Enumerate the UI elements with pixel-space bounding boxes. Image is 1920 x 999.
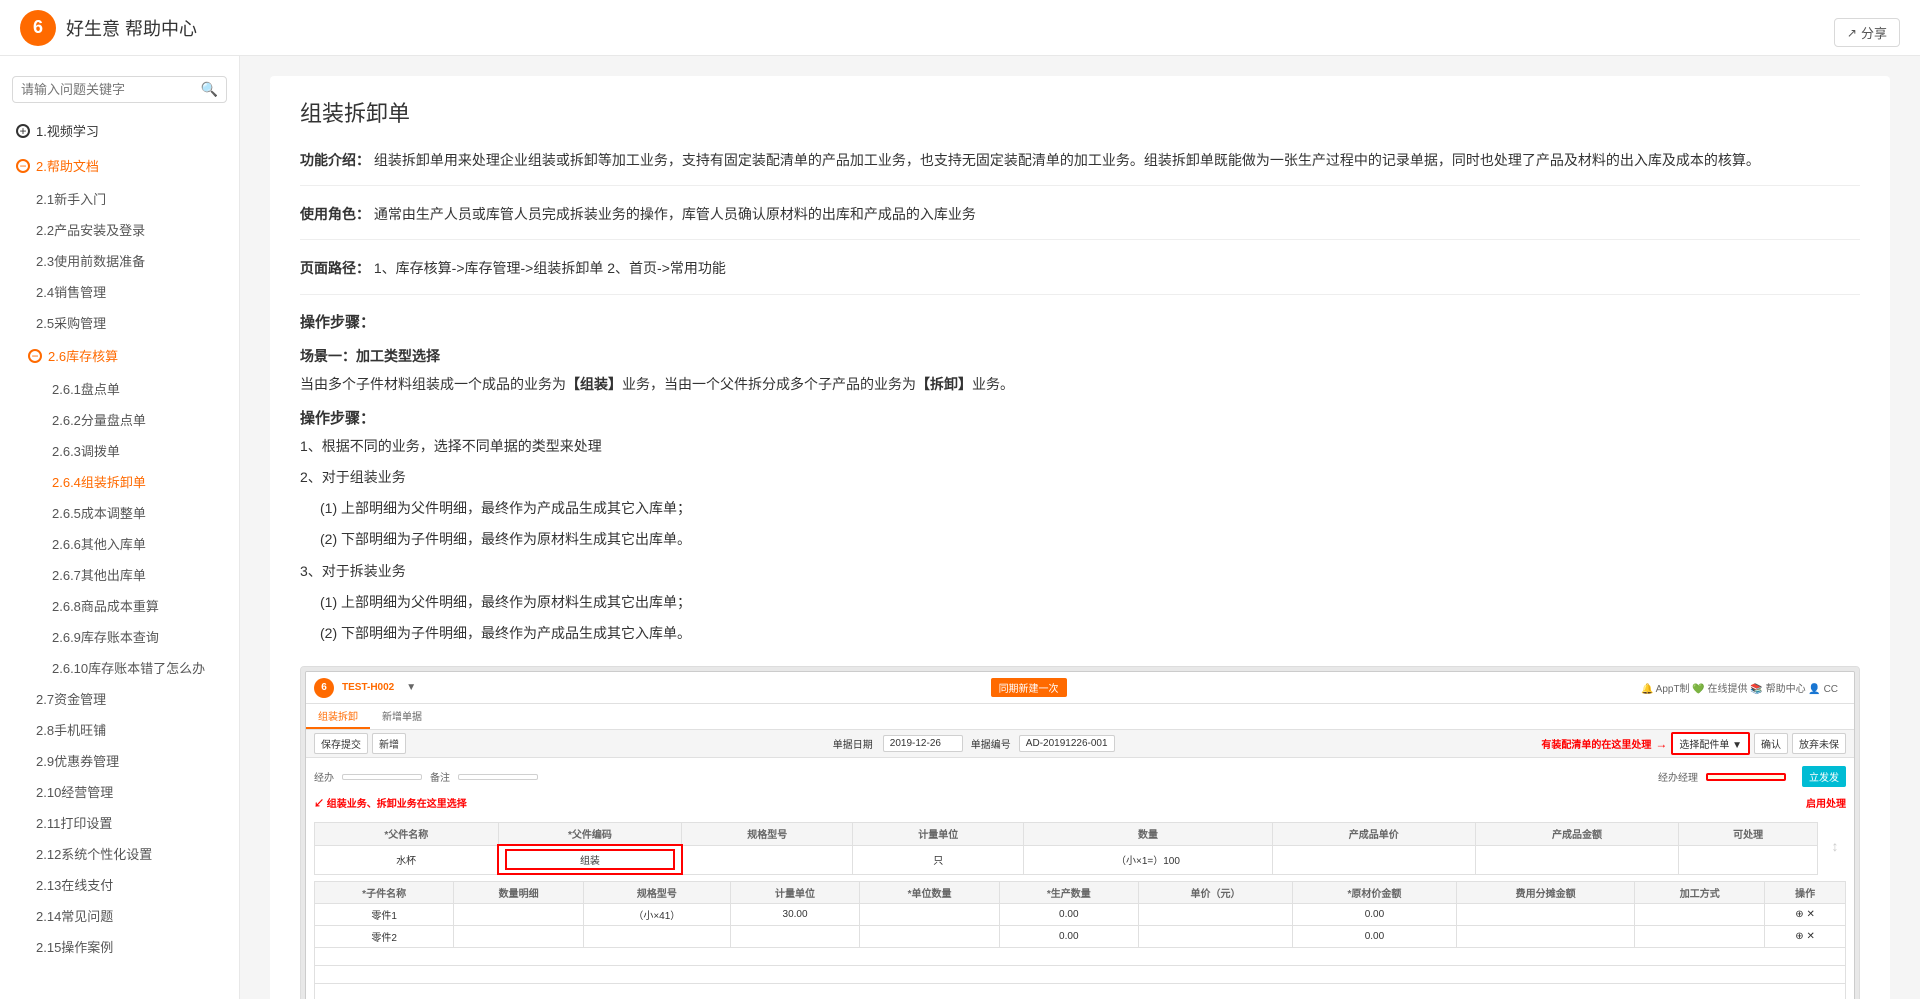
sidebar-sub-item-2-6-5[interactable]: 2.6.5成本调整单 — [44, 497, 239, 528]
sidebar-item-label: 1.视频学习 — [36, 121, 99, 140]
sidebar-sub-item-2-11[interactable]: 2.11打印设置 — [28, 807, 239, 838]
page-title: 组装拆卸单 — [300, 96, 1860, 128]
step-3: 3、对于拆装业务 — [300, 559, 1860, 584]
sidebar-sub-item-2-15[interactable]: 2.15操作案例 — [28, 931, 239, 962]
sidebar-sub-item-2-9[interactable]: 2.9优惠券管理 — [28, 745, 239, 776]
op-steps2-label: 操作步骤： — [300, 407, 1860, 428]
sidebar-sub-item-2-4[interactable]: 2.4销售管理 — [28, 276, 239, 307]
sidebar-item-help-doc[interactable]: 2.帮助文档 — [0, 148, 239, 183]
mock-new-btn[interactable]: 新增 — [372, 733, 406, 754]
share-label: 分享 — [1861, 23, 1887, 42]
mock-cancel-btn[interactable]: 放弃未保 — [1792, 733, 1846, 754]
sidebar-sub-item-2-5[interactable]: 2.5采购管理 — [28, 307, 239, 338]
sidebar-sub-item-2-6-10[interactable]: 2.6.10库存账本错了怎么办 — [44, 652, 239, 683]
mock-save-btn[interactable]: 保存提交 — [314, 733, 368, 754]
collapse-icon-2-6 — [28, 349, 42, 363]
function-intro-text: 组装拆卸单用来处理企业组装或拆卸等加工业务，支持有固定装配清单的产品加工业务，也… — [374, 152, 1760, 168]
expand-icon — [16, 124, 30, 138]
mock-select-parts-btn[interactable]: 选择配件单 ▼ — [1671, 732, 1750, 755]
function-intro-label: 功能介绍： — [300, 152, 370, 168]
search-input[interactable] — [21, 82, 201, 97]
sidebar-sub-item-2-1[interactable]: 2.1新手入门 — [28, 183, 239, 214]
mock-lower-table: *子件名称 数量明细 规格型号 计量单位 *单位数量 *生产数量 单价（元） — [314, 881, 1846, 999]
sidebar-sub-2-1: 2.1新手入门 2.2产品安装及登录 2.3使用前数据准备 2.4销售管理 2.… — [0, 183, 239, 338]
scene1-title: 场景一：加工类型选择 — [300, 346, 1860, 366]
role-text: 通常由生产人员或库管人员完成拆装业务的操作，库管人员确认原材料的出库和产成品的入… — [374, 206, 976, 222]
step-2-2: (2) 下部明细为子件明细，最终作为原材料生成其它出库单。 — [320, 527, 1860, 552]
sidebar-item-video[interactable]: 1.视频学习 — [0, 113, 239, 148]
sidebar-sub-item-2-14[interactable]: 2.14常见问题 — [28, 900, 239, 931]
sidebar-sub-item-2-6-7[interactable]: 2.6.7其他出库单 — [44, 559, 239, 590]
step-3-2: (2) 下部明细为子件明细，最终作为产成品生成其它入库单。 — [320, 621, 1860, 646]
sidebar-sub-item-2-2[interactable]: 2.2产品安装及登录 — [28, 214, 239, 245]
role-section: 使用角色： 通常由生产人员或库管人员完成拆装业务的操作，库管人员确认原材料的出库… — [300, 202, 1860, 240]
app-title: 好生意 帮助中心 — [66, 15, 197, 41]
sidebar-sub-item-2-6-1[interactable]: 2.6.1盘点单 — [44, 373, 239, 404]
step-2-1: (1) 上部明细为父件明细，最终作为产成品生成其它入库单； — [320, 496, 1860, 521]
sidebar-item-2-6[interactable]: 2.6库存核算 — [0, 338, 239, 373]
sidebar-sub-bottom: 2.7资金管理 2.8手机旺铺 2.9优惠券管理 2.10经营管理 2.11打印… — [0, 683, 239, 962]
sidebar-sub-item-2-10[interactable]: 2.10经营管理 — [28, 776, 239, 807]
sidebar-sub-item-2-7[interactable]: 2.7资金管理 — [28, 683, 239, 714]
path-text: 1、库存核算->库存管理->组装拆卸单 2、首页->常用功能 — [374, 260, 726, 276]
path-section: 页面路径： 1、库存核算->库存管理->组装拆卸单 2、首页->常用功能 — [300, 256, 1860, 294]
screenshot: 6 TEST-H002 ▼ 同期新建一次 🔔 AppT制 💚 在线提供 📚 帮助… — [300, 666, 1860, 999]
step-3-1: (1) 上部明细为父件明细，最终作为原材料生成其它出库单； — [320, 590, 1860, 615]
sidebar-sub-item-2-6-4[interactable]: 2.6.4组装拆卸单 — [44, 466, 239, 497]
step-3-subs: (1) 上部明细为父件明细，最终作为原材料生成其它出库单； (2) 下部明细为子… — [300, 590, 1860, 646]
role-label: 使用角色： — [300, 206, 370, 222]
sidebar-sub-item-2-6-2[interactable]: 2.6.2分量盘点单 — [44, 404, 239, 435]
op-steps: 操作步骤： 场景一：加工类型选择 当由多个子件材料组装成一个成品的业务为【组装】… — [300, 311, 1860, 999]
mock-logo: 6 — [314, 678, 334, 698]
op-steps-label: 操作步骤： — [300, 311, 1860, 332]
mock-confirm-btn[interactable]: 确认 — [1754, 733, 1788, 754]
logo-icon: 6 — [20, 10, 56, 46]
content-area: 组装拆卸单 功能介绍： 组装拆卸单用来处理企业组装或拆卸等加工业务，支持有固定装… — [240, 56, 1920, 999]
content-card: 组装拆卸单 功能介绍： 组装拆卸单用来处理企业组装或拆卸等加工业务，支持有固定装… — [270, 76, 1890, 999]
sidebar-sub-item-2-6-9[interactable]: 2.6.9库存账本查询 — [44, 621, 239, 652]
scene1-desc: 当由多个子件材料组装成一个成品的业务为【组装】业务，当由一个父件拆分成多个子产品… — [300, 372, 1860, 397]
sidebar-sub-item-2-3[interactable]: 2.3使用前数据准备 — [28, 245, 239, 276]
collapse-icon — [16, 159, 30, 173]
share-icon: ↗ — [1847, 26, 1857, 40]
sidebar-item-label: 2.帮助文档 — [36, 156, 99, 175]
function-intro-section: 功能介绍： 组装拆卸单用来处理企业组装或拆卸等加工业务，支持有固定装配清单的产品… — [300, 148, 1860, 186]
path-label: 页面路径： — [300, 260, 370, 276]
mock-apply-btn[interactable]: 立发发 — [1802, 766, 1846, 787]
sidebar-sub-item-2-6-3[interactable]: 2.6.3调拨单 — [44, 435, 239, 466]
sidebar-item-label: 2.6库存核算 — [48, 346, 118, 365]
search-icon[interactable]: 🔍 — [201, 81, 218, 98]
sidebar-sub-item-2-6-6[interactable]: 2.6.6其他入库单 — [44, 528, 239, 559]
share-button[interactable]: ↗ 分享 — [1834, 18, 1900, 47]
sidebar-sub-item-2-6-8[interactable]: 2.6.8商品成本重算 — [44, 590, 239, 621]
step-1: 1、根据不同的业务，选择不同单据的类型来处理 — [300, 434, 1860, 459]
sidebar-sub-item-2-12[interactable]: 2.12系统个性化设置 — [28, 838, 239, 869]
sidebar-sub-2-6: 2.6.1盘点单 2.6.2分量盘点单 2.6.3调拨单 2.6.4组装拆卸单 … — [0, 373, 239, 683]
sidebar: 🔍 1.视频学习 2.帮助文档 2.1新手入门 2.2产品安装及登录 2.3使用… — [0, 56, 240, 999]
mock-upper-table: *父件名称 *父件编码 规格型号 计量单位 数量 产成品单价 产成品金额 — [314, 822, 1818, 875]
step-2-subs: (1) 上部明细为父件明细，最终作为产成品生成其它入库单； (2) 下部明细为子… — [300, 496, 1860, 552]
step-2: 2、对于组装业务 — [300, 465, 1860, 490]
sidebar-sub-item-2-8[interactable]: 2.8手机旺铺 — [28, 714, 239, 745]
sidebar-sub-item-2-13[interactable]: 2.13在线支付 — [28, 869, 239, 900]
search-box: 🔍 — [0, 66, 239, 113]
